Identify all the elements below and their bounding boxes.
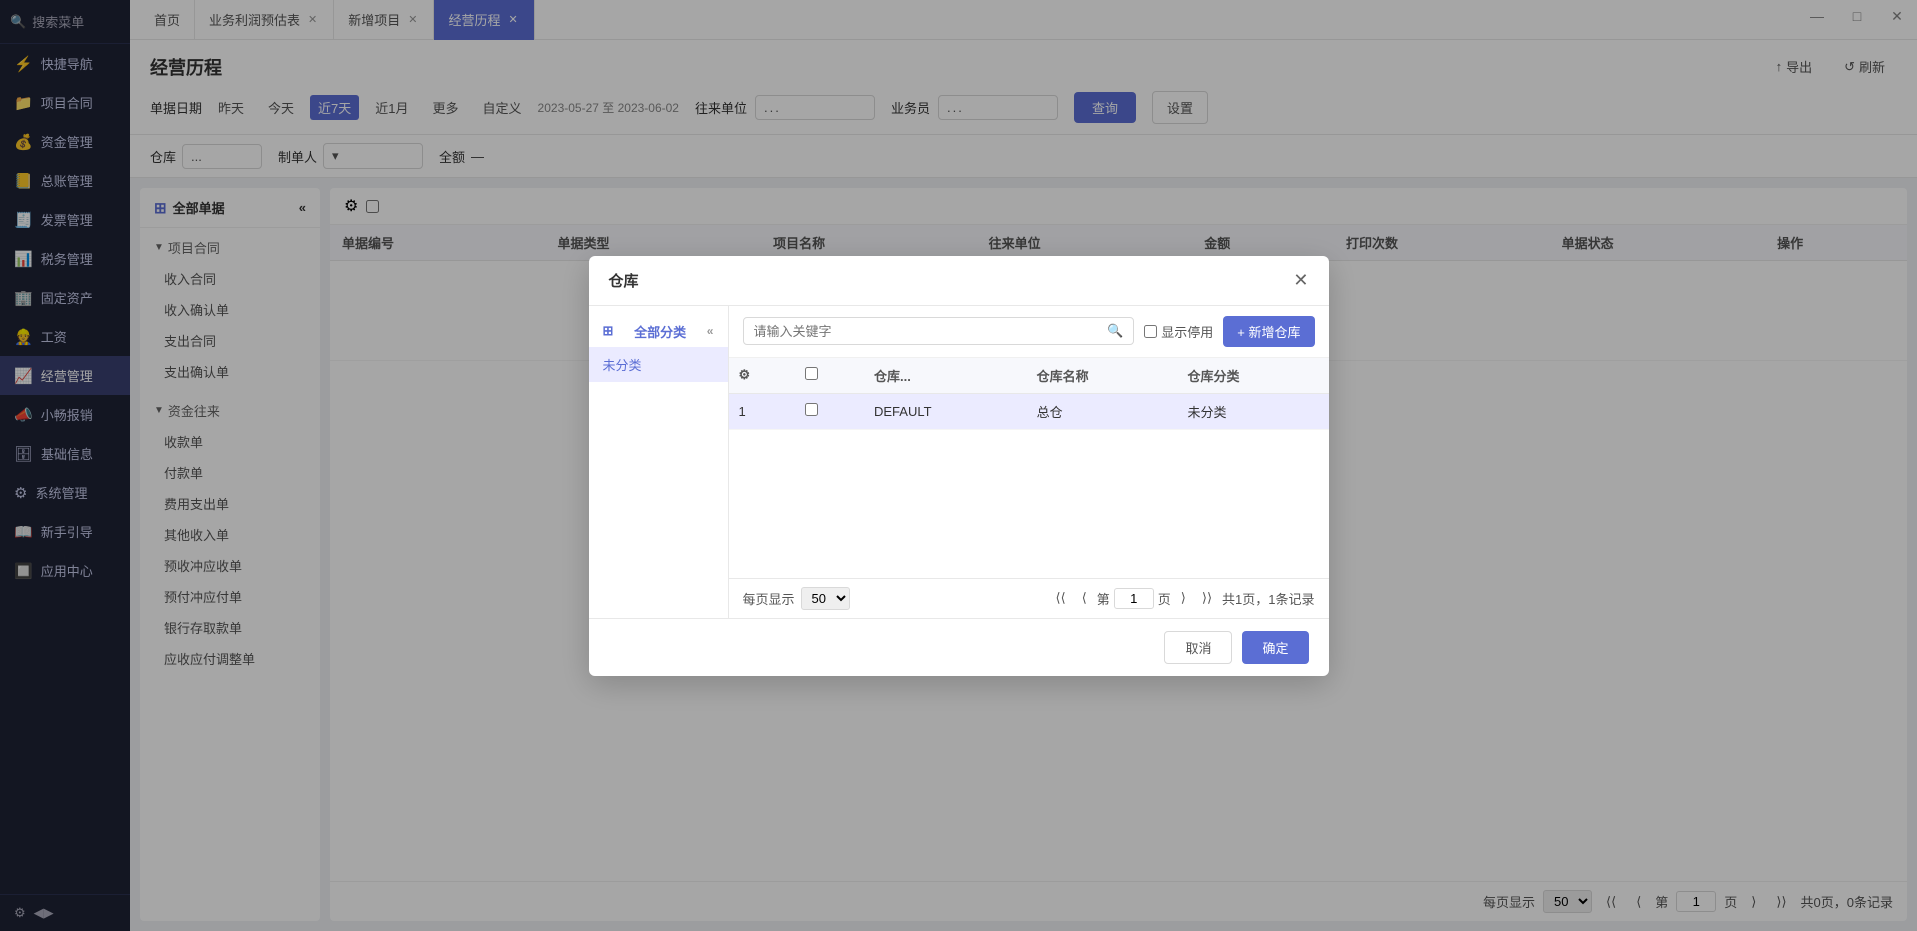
row-wh-code: DEFAULT bbox=[864, 393, 1027, 429]
warehouse-table: ⚙ 仓库... 仓库名称 仓库分类 1 bbox=[729, 358, 1329, 430]
row-checkbox-cell bbox=[795, 393, 864, 429]
warehouse-dialog: 仓库 ✕ ⊞ 全部分类 « 未分类 bbox=[589, 256, 1329, 676]
dialog-table-wrapper: ⚙ 仓库... 仓库名称 仓库分类 1 bbox=[729, 358, 1329, 578]
warehouse-search-input[interactable] bbox=[754, 324, 1102, 339]
dialog-cancel-button[interactable]: 取消 bbox=[1164, 631, 1232, 664]
dialog-page-label: 第 bbox=[1097, 589, 1110, 608]
dialog-page-input[interactable] bbox=[1114, 588, 1154, 609]
dialog-close-button[interactable]: ✕ bbox=[1293, 270, 1308, 291]
show-disabled-label[interactable]: 显示停用 bbox=[1144, 322, 1213, 341]
minimize-button[interactable]: — bbox=[1797, 0, 1837, 32]
dialog-confirm-button[interactable]: 确定 bbox=[1242, 631, 1308, 664]
dialog-pagination: ⟨⟨ ⟨ 第 页 ⟩ ⟩⟩ 共1页，1条记录 bbox=[1050, 588, 1315, 609]
dialog-action-bar: 取消 确定 bbox=[589, 618, 1329, 676]
dialog-title: 仓库 bbox=[609, 270, 639, 291]
dialog-uncategorized[interactable]: 未分类 bbox=[589, 347, 728, 382]
dialog-right-panel: 🔍 显示停用 + 新增仓库 ⚙ bbox=[729, 306, 1329, 618]
dialog-header: 仓库 ✕ bbox=[589, 256, 1329, 306]
search-icon: 🔍 bbox=[1107, 323, 1123, 339]
select-all-wh[interactable] bbox=[805, 367, 818, 380]
dialog-all-category[interactable]: ⊞ 全部分类 « bbox=[589, 316, 728, 347]
all-category-icon: ⊞ bbox=[603, 323, 614, 339]
uncategorized-label: 未分类 bbox=[603, 358, 642, 373]
row-num: 1 bbox=[729, 393, 795, 429]
col-settings: ⚙ bbox=[729, 358, 795, 394]
dialog-total-text: 共1页，1条记录 bbox=[1222, 589, 1314, 608]
dialog-pagination-bar: 每页显示 50 ⟨⟨ ⟨ 第 页 ⟩ ⟩⟩ 共1页，1条记录 bbox=[729, 578, 1329, 618]
all-category-label: 全部分类 bbox=[634, 322, 686, 341]
dialog-page-suffix: 页 bbox=[1158, 589, 1171, 608]
dialog-prev-page[interactable]: ⟨ bbox=[1076, 588, 1093, 608]
col-wh-name: 仓库名称 bbox=[1027, 358, 1178, 394]
dialog-per-page-label: 每页显示 bbox=[743, 589, 795, 608]
collapse-icon: « bbox=[707, 324, 714, 338]
dialog-search-box: 🔍 bbox=[743, 317, 1135, 345]
col-checkbox bbox=[795, 358, 864, 394]
row-wh-category: 未分类 bbox=[1178, 393, 1329, 429]
dialog-per-page-select[interactable]: 50 bbox=[801, 587, 850, 610]
add-warehouse-button[interactable]: + 新增仓库 bbox=[1223, 316, 1314, 347]
col-wh-code: 仓库... bbox=[864, 358, 1027, 394]
dialog-next-page[interactable]: ⟩ bbox=[1175, 588, 1192, 608]
maximize-button[interactable]: □ bbox=[1837, 0, 1877, 32]
row-wh-name: 总仓 bbox=[1027, 393, 1178, 429]
dialog-overlay: 仓库 ✕ ⊞ 全部分类 « 未分类 bbox=[0, 0, 1917, 931]
dialog-first-page[interactable]: ⟨⟨ bbox=[1050, 588, 1072, 608]
dialog-last-page[interactable]: ⟩⟩ bbox=[1196, 588, 1218, 608]
row-checkbox[interactable] bbox=[805, 403, 818, 416]
dialog-body: ⊞ 全部分类 « 未分类 🔍 显示停用 bbox=[589, 306, 1329, 618]
dialog-toolbar: 🔍 显示停用 + 新增仓库 bbox=[729, 306, 1329, 358]
col-wh-category: 仓库分类 bbox=[1178, 358, 1329, 394]
show-disabled-checkbox[interactable] bbox=[1144, 325, 1157, 338]
dialog-category-panel: ⊞ 全部分类 « 未分类 bbox=[589, 306, 729, 618]
warehouse-row[interactable]: 1 DEFAULT 总仓 未分类 bbox=[729, 393, 1329, 429]
close-button[interactable]: ✕ bbox=[1877, 0, 1917, 32]
